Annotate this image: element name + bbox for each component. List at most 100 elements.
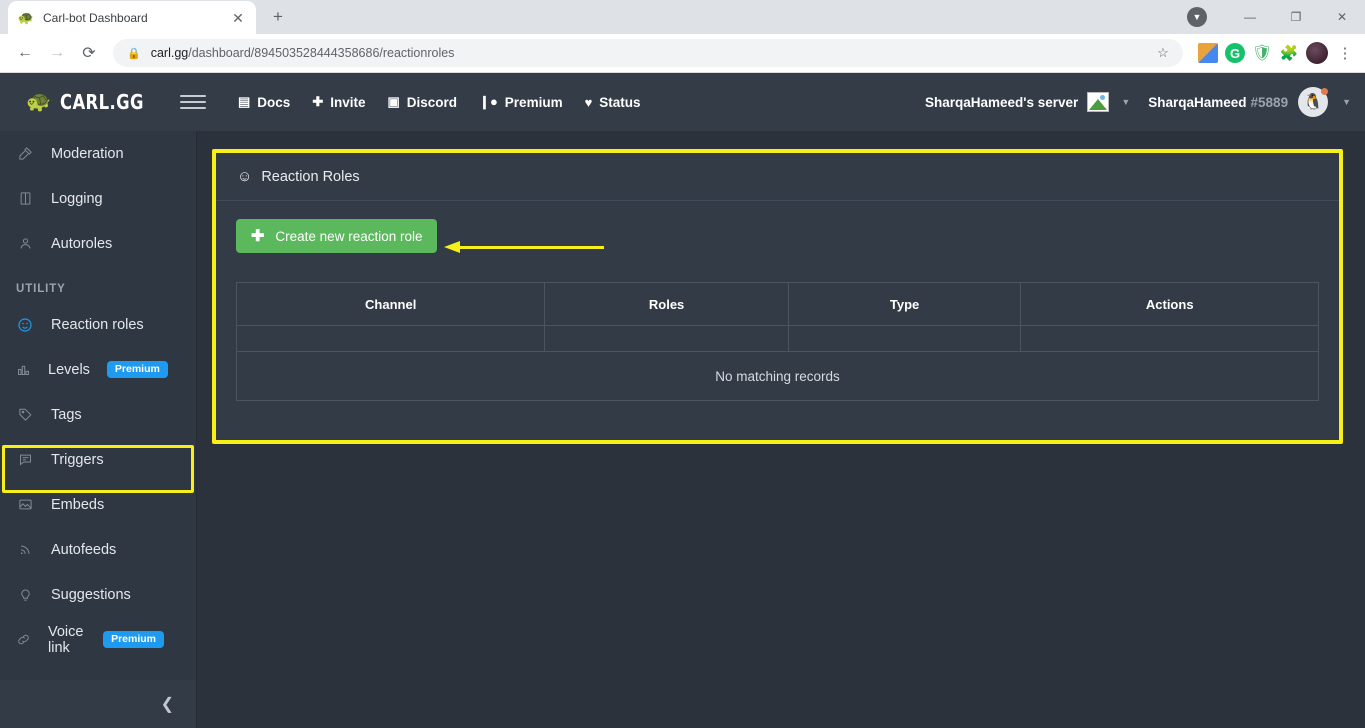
download-indicator-icon[interactable]: ▼ xyxy=(1187,7,1207,27)
tab-close-icon[interactable]: ✕ xyxy=(230,10,246,26)
discord-icon: ▣ xyxy=(387,94,400,109)
premium-badge: Premium xyxy=(103,631,164,648)
sidebar-section-utility: UTILITY xyxy=(16,283,66,295)
chrome-menu-icon[interactable]: ⋮ xyxy=(1335,43,1355,63)
tab-favicon-turtle-icon: 🐢 xyxy=(17,9,35,25)
sidebar-item-label: Autofeeds xyxy=(51,541,117,558)
column-header-actions[interactable]: Actions xyxy=(1020,282,1319,326)
nav-label: Discord xyxy=(406,94,458,110)
sidebar-item-label: Logging xyxy=(51,190,103,207)
url-path: /dashboard/894503528444358686/reactionro… xyxy=(188,46,455,60)
server-name: SharqaHameed's server xyxy=(925,94,1079,110)
url-domain: carl.gg xyxy=(150,46,189,60)
table-body: No matching records xyxy=(235,325,1319,401)
nav-link-docs[interactable]: ▤ Docs xyxy=(238,94,290,110)
table-filter-row xyxy=(235,325,1319,352)
google-photos-icon[interactable] xyxy=(1198,43,1218,63)
filter-cell-roles[interactable] xyxy=(544,325,789,352)
bookmark-star-icon[interactable]: ☆ xyxy=(1151,41,1175,65)
user-name: SharqaHameed xyxy=(1148,94,1247,110)
avatar[interactable]: 🐧 xyxy=(1298,87,1329,117)
table-empty-row: No matching records xyxy=(236,351,1319,401)
hammer-icon xyxy=(16,146,34,161)
table-header-row: Channel Roles Type Actions xyxy=(235,282,1319,326)
bar-chart-icon xyxy=(16,362,31,377)
arrow-line xyxy=(458,246,604,249)
sidebar-item-logging[interactable]: Logging xyxy=(0,176,196,221)
brand-name: CARL.GG xyxy=(59,90,144,114)
brand-logo-area[interactable]: 🐢 CARL.GG xyxy=(26,90,176,114)
extensions-puzzle-icon[interactable]: 🧩 xyxy=(1279,43,1299,63)
lightbulb-icon xyxy=(16,587,34,602)
profile-avatar-icon[interactable] xyxy=(1306,42,1328,64)
topnav-links: ▤ Docs ✚ Invite ▣ Discord ❙● Premium ♥ S… xyxy=(238,94,641,110)
link-icon xyxy=(16,632,31,647)
server-selector[interactable]: SharqaHameed's server xyxy=(925,92,1110,112)
sidebar-item-levels[interactable]: Levels Premium xyxy=(0,347,196,392)
address-bar-url: carl.gg/dashboard/894503528444358686/rea… xyxy=(151,46,1141,60)
heartbeat-icon: ♥ xyxy=(584,94,593,110)
sidebar-item-voice-link[interactable]: Voice link Premium xyxy=(0,617,196,662)
lock-icon: 🔒 xyxy=(127,47,141,60)
sidebar-item-autofeeds[interactable]: Autofeeds xyxy=(0,527,196,572)
browser-tab-strip: 🐢 Carl-bot Dashboard ✕ + ▼ — ❐ ✕ xyxy=(0,0,1365,34)
user-chevron-down-icon[interactable]: ▼ xyxy=(1342,97,1351,107)
turtle-logo-icon: 🐢 xyxy=(26,91,51,113)
reaction-roles-panel: ☺ Reaction Roles ✚ Create new reaction r… xyxy=(212,149,1343,444)
nav-link-discord[interactable]: ▣ Discord xyxy=(387,94,457,110)
sidebar-item-label: Voice link xyxy=(48,623,84,656)
back-button[interactable]: ← xyxy=(10,38,40,68)
nav-link-status[interactable]: ♥ Status xyxy=(585,95,641,110)
sidebar-item-moderation[interactable]: Moderation xyxy=(0,131,196,176)
carl-bot-dashboard: 🐢 CARL.GG ▤ Docs ✚ Invite ▣ Discord ❙● P… xyxy=(0,73,1365,728)
filter-cell-actions[interactable] xyxy=(1020,325,1319,352)
sidebar-item-embeds[interactable]: Embeds xyxy=(0,482,196,527)
create-new-reaction-role-button[interactable]: ✚ Create new reaction role xyxy=(236,219,438,253)
sidebar-item-label: Suggestions xyxy=(51,586,131,603)
reaction-roles-icon xyxy=(16,317,34,333)
book-open-icon xyxy=(16,191,34,206)
sidebar-item-suggestions[interactable]: Suggestions xyxy=(0,572,196,617)
rss-icon xyxy=(16,542,34,557)
nav-link-premium[interactable]: ❙● Premium xyxy=(479,94,563,110)
nav-link-invite[interactable]: ✚ Invite xyxy=(312,94,365,110)
adblock-shield-icon[interactable]: 🛡 xyxy=(1252,43,1272,63)
filter-cell-type[interactable] xyxy=(787,325,1022,352)
image-icon xyxy=(16,497,34,512)
browser-toolbar: ← → ⟳ 🔒 carl.gg/dashboard/89450352844435… xyxy=(0,34,1365,73)
sidebar-item-reaction-roles[interactable]: Reaction roles xyxy=(0,302,196,347)
sidebar-item-label: Reaction roles xyxy=(51,316,144,333)
nav-label: Docs xyxy=(257,94,291,110)
window-minimize-button[interactable]: — xyxy=(1227,0,1273,34)
sidebar-item-tags[interactable]: Tags xyxy=(0,392,196,437)
hamburger-icon[interactable] xyxy=(180,95,206,109)
app-body: Moderation Logging Autoroles UTILITY Rea… xyxy=(0,131,1365,728)
sidebar-item-label: Triggers xyxy=(51,451,104,468)
filter-cell-channel[interactable] xyxy=(235,325,546,352)
server-chevron-down-icon[interactable]: ▼ xyxy=(1121,97,1130,107)
reload-button[interactable]: ⟳ xyxy=(74,38,104,68)
reaction-roles-table: Channel Roles Type Actions No matching r… xyxy=(235,282,1319,401)
comment-icon xyxy=(16,452,34,467)
tag-icon xyxy=(16,407,34,422)
forward-button[interactable]: → xyxy=(42,38,72,68)
panel-body: ✚ Create new reaction role Channel Roles… xyxy=(216,201,1339,401)
window-maximize-button[interactable]: ❐ xyxy=(1273,0,1319,34)
window-close-button[interactable]: ✕ xyxy=(1319,0,1365,34)
column-header-type[interactable]: Type xyxy=(787,282,1022,326)
window-controls: ▼ — ❐ ✕ xyxy=(1187,0,1365,34)
sidebar-item-autoroles[interactable]: Autoroles xyxy=(0,221,196,266)
sidebar-item-triggers[interactable]: Triggers xyxy=(0,437,196,482)
broken-image-icon xyxy=(1087,92,1110,112)
user-icon xyxy=(16,236,34,251)
sidebar-collapse-button[interactable]: ❮ xyxy=(0,680,196,728)
browser-tab[interactable]: 🐢 Carl-bot Dashboard ✕ xyxy=(8,1,256,34)
plus-icon: ✚ xyxy=(251,228,265,245)
new-tab-button[interactable]: + xyxy=(264,3,292,31)
panel-header: ☺ Reaction Roles xyxy=(216,153,1339,201)
address-bar[interactable]: 🔒 carl.gg/dashboard/894503528444358686/r… xyxy=(113,39,1183,67)
column-header-channel[interactable]: Channel xyxy=(235,282,546,326)
nav-label: Invite xyxy=(330,94,366,110)
column-header-roles[interactable]: Roles xyxy=(544,282,789,326)
grammarly-icon[interactable]: G xyxy=(1225,43,1245,63)
